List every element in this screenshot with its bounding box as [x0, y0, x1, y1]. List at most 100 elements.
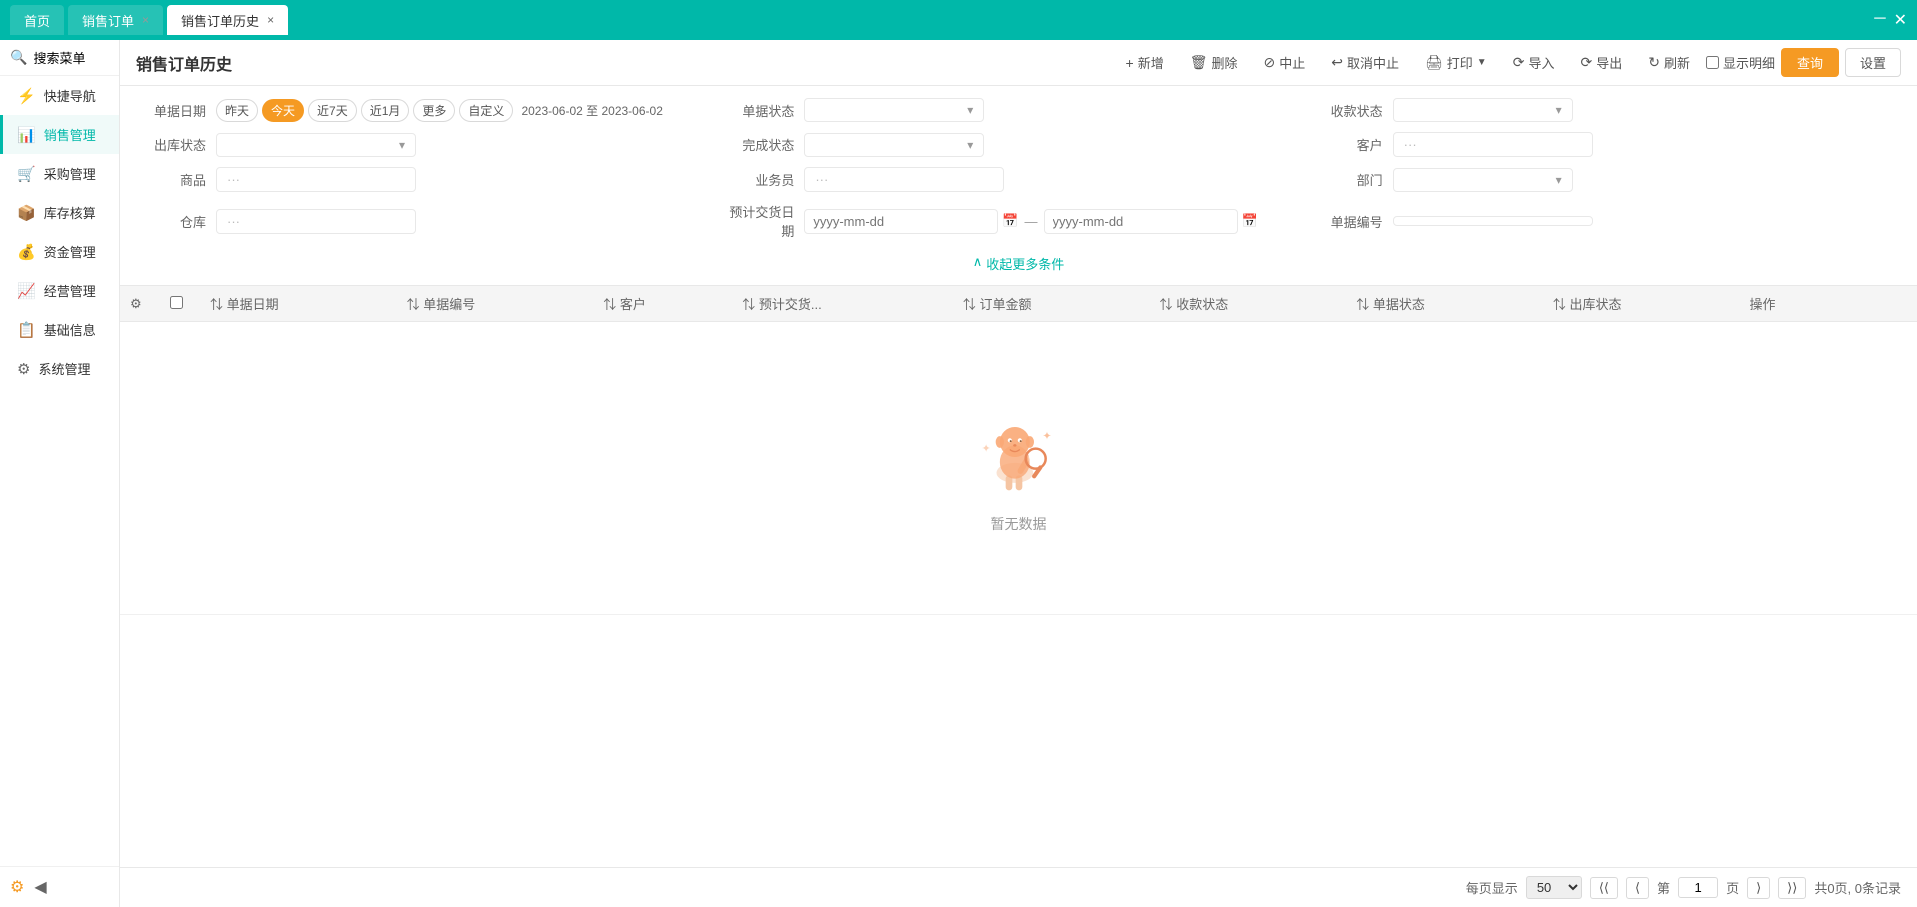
window-minimize-icon[interactable]: ─: [1874, 10, 1885, 30]
page-number-input[interactable]: [1678, 877, 1718, 898]
delivery-date-label: 预计交货日期: [724, 202, 804, 240]
delete-icon: 🗑: [1190, 54, 1208, 71]
cancel-stop-button[interactable]: ↩ 取消中止: [1321, 49, 1409, 76]
payment-status-label: 收款状态: [1313, 101, 1393, 120]
main-layout: 🔍 搜索菜单 ⚡ 快捷导航 📊 销售管理 🛒 采购管理 📦 库存核算 💰 资金管…: [0, 40, 1917, 907]
th-delivery[interactable]: ⇅ 预计交货...: [732, 286, 953, 322]
select-all-checkbox[interactable]: [170, 296, 183, 309]
sidebar-search[interactable]: 🔍 搜索菜单: [0, 40, 119, 76]
payment-status-arrow-icon: ▾: [1556, 103, 1562, 117]
date-btn-today[interactable]: 今天: [262, 99, 304, 122]
filter-customer-section: 客户 ···: [1313, 132, 1901, 157]
total-text: 共0页, 0条记录: [1814, 878, 1901, 897]
export-button[interactable]: ⟳ 导出: [1570, 49, 1632, 76]
order-status-select[interactable]: ▾: [804, 98, 984, 122]
delivery-date-start-calendar-icon[interactable]: 📅: [1002, 213, 1018, 229]
delivery-date-end-calendar-icon[interactable]: 📅: [1242, 213, 1258, 229]
tab-sales-order[interactable]: 销售订单 ×: [68, 5, 163, 35]
dept-label: 部门: [1313, 170, 1393, 189]
salesperson-select[interactable]: ···: [804, 167, 1004, 192]
page-size-select[interactable]: 20 50 100: [1526, 876, 1582, 899]
date-btn-1month[interactable]: 近1月: [361, 99, 410, 122]
sidebar-item-quick-nav[interactable]: ⚡ 快捷导航: [0, 76, 119, 115]
warehouse-select[interactable]: ···: [216, 209, 416, 234]
next-page-button[interactable]: ⟩: [1747, 877, 1770, 899]
import-icon: ⟳: [1513, 54, 1525, 71]
query-button[interactable]: 查询: [1781, 48, 1839, 77]
tab-sales-order-close[interactable]: ×: [142, 13, 149, 27]
payment-status-select[interactable]: ▾: [1393, 98, 1573, 122]
search-icon: 🔍: [10, 49, 27, 66]
prev-page-button[interactable]: ⟨: [1626, 877, 1649, 899]
order-no-input[interactable]: [1393, 216, 1593, 226]
date-btn-7days[interactable]: 近7天: [308, 99, 357, 122]
warehouse-status-arrow-icon: ▾: [399, 138, 405, 152]
table-body: ✦ ✦ 暂无数据: [120, 322, 1917, 615]
filter-date-section: 单据日期 昨天 今天 近7天 近1月 更多 自定义 2023-06-02 至 2…: [136, 99, 724, 122]
date-btn-custom[interactable]: 自定义: [459, 99, 513, 122]
sidebar: 🔍 搜索菜单 ⚡ 快捷导航 📊 销售管理 🛒 采购管理 📦 库存核算 💰 资金管…: [0, 40, 120, 907]
date-btn-more[interactable]: 更多: [413, 99, 455, 122]
goods-select[interactable]: ···: [216, 167, 416, 192]
sales-mgmt-icon: 📊: [17, 126, 36, 144]
refresh-button[interactable]: ↻ 刷新: [1638, 49, 1700, 76]
customer-select[interactable]: ···: [1393, 132, 1593, 157]
last-page-button[interactable]: ⟩⟩: [1778, 877, 1806, 899]
delivery-date-separator: —: [1025, 214, 1038, 229]
delivery-date-start[interactable]: [804, 209, 998, 234]
settings-bottom-icon[interactable]: ⚙: [10, 877, 24, 897]
tab-bar-actions: ─ ✕: [1874, 10, 1907, 30]
delete-button[interactable]: 🗑 删除: [1180, 49, 1248, 76]
new-button[interactable]: + 新增: [1116, 49, 1174, 76]
setting-button[interactable]: 设置: [1845, 48, 1901, 77]
order-status-arrow-icon: ▾: [967, 103, 973, 117]
collapse-label[interactable]: 收起更多条件: [986, 254, 1064, 273]
date-label: 单据日期: [136, 101, 216, 120]
sidebar-item-inventory[interactable]: 📦 库存核算: [0, 193, 119, 232]
th-amount[interactable]: ⇅ 订单金额: [953, 286, 1150, 322]
cancel-stop-icon: ↩: [1331, 54, 1343, 71]
complete-status-select[interactable]: ▾: [804, 133, 984, 157]
sidebar-item-system[interactable]: ⚙ 系统管理: [0, 349, 119, 388]
date-btn-yesterday[interactable]: 昨天: [216, 99, 258, 122]
stop-button[interactable]: ⊘ 中止: [1254, 49, 1316, 76]
empty-state: ✦ ✦ 暂无数据: [120, 322, 1917, 614]
filter-order-status-section: 单据状态 ▾: [724, 98, 1312, 122]
sidebar-item-sales-mgmt[interactable]: 📊 销售管理: [0, 115, 119, 154]
import-button[interactable]: ⟳ 导入: [1503, 49, 1565, 76]
dept-select[interactable]: ▾: [1393, 168, 1573, 192]
window-close-icon[interactable]: ✕: [1894, 10, 1907, 30]
th-gear[interactable]: ⚙: [120, 286, 160, 322]
table-header: ⚙ ⇅ 单据日期 ⇅ 单据编号 ⇅ 客户: [120, 286, 1917, 322]
sidebar-bottom: ⚙ ◀: [0, 866, 119, 907]
tab-sales-history[interactable]: 销售订单历史 ×: [167, 5, 288, 35]
print-button[interactable]: 🖨 打印 ▼: [1415, 49, 1497, 76]
display-columns-checkbox[interactable]: 显示明细: [1706, 53, 1775, 72]
delivery-date-end[interactable]: [1044, 209, 1238, 234]
warehouse-status-select[interactable]: ▾: [216, 133, 416, 157]
th-order-status[interactable]: ⇅ 单据状态: [1346, 286, 1543, 322]
th-date[interactable]: ⇅ 单据日期: [200, 286, 397, 322]
tab-sales-history-close[interactable]: ×: [267, 13, 274, 27]
first-page-button[interactable]: ⟨⟨: [1590, 877, 1618, 899]
sidebar-item-finance[interactable]: 💰 资金管理: [0, 232, 119, 271]
system-icon: ⚙: [17, 360, 30, 378]
th-payment[interactable]: ⇅ 收款状态: [1150, 286, 1347, 322]
collapse-sidebar-icon[interactable]: ◀: [34, 877, 46, 897]
sidebar-item-basic-info[interactable]: 📋 基础信息: [0, 310, 119, 349]
display-columns-input[interactable]: [1706, 56, 1719, 69]
sidebar-item-operations[interactable]: 📈 经营管理: [0, 271, 119, 310]
filter-row-3: 商品 ··· 业务员 ··· 部门 ▾: [136, 167, 1901, 192]
stop-icon: ⊘: [1264, 54, 1276, 71]
th-customer[interactable]: ⇅ 客户: [593, 286, 732, 322]
filter-warehouse-section: 仓库 ···: [136, 209, 724, 234]
tab-home[interactable]: 首页: [10, 5, 64, 35]
svg-text:✦: ✦: [981, 443, 990, 455]
th-no[interactable]: ⇅ 单据编号: [397, 286, 594, 322]
sidebar-item-purchase-mgmt[interactable]: 🛒 采购管理: [0, 154, 119, 193]
date-group: 昨天 今天 近7天 近1月 更多 自定义: [216, 99, 513, 122]
th-warehouse-status[interactable]: ⇅ 出库状态: [1543, 286, 1740, 322]
complete-status-label: 完成状态: [724, 135, 804, 154]
goods-label: 商品: [136, 170, 216, 189]
th-check[interactable]: [160, 286, 200, 322]
